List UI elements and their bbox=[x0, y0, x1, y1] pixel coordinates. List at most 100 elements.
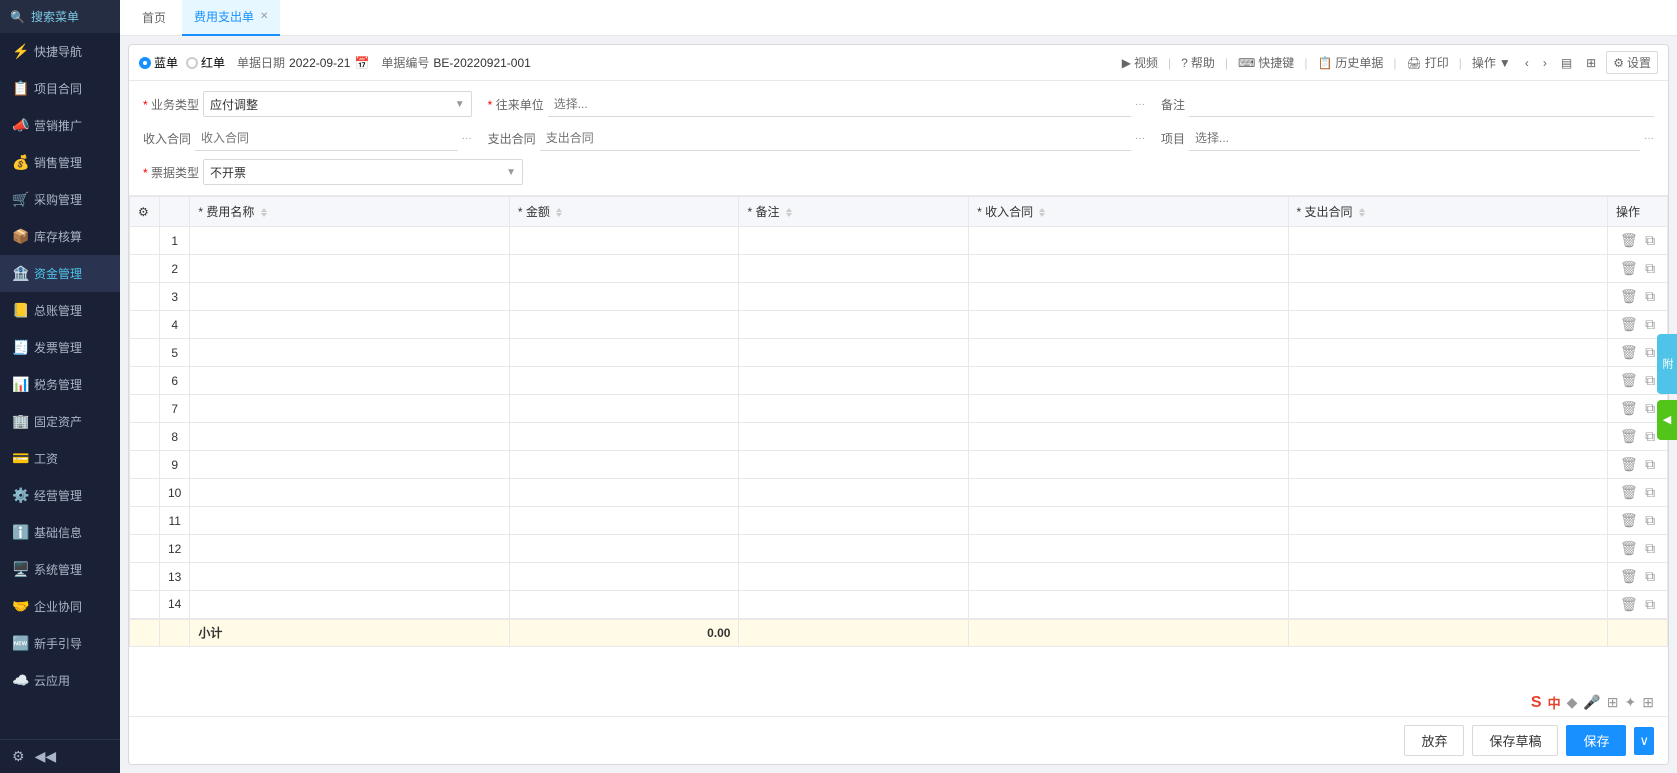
row-note-2[interactable] bbox=[739, 255, 969, 283]
row-copy-11[interactable]: ⧉ bbox=[1643, 512, 1657, 529]
row-amount-7[interactable] bbox=[509, 395, 739, 423]
row-amount-6[interactable] bbox=[509, 367, 739, 395]
row-delete-9[interactable]: 🗑 bbox=[1618, 456, 1640, 473]
row-income-contract-11[interactable] bbox=[969, 507, 1288, 535]
row-income-contract-2[interactable] bbox=[969, 255, 1288, 283]
history-btn[interactable]: 📋 历史单据 bbox=[1313, 52, 1387, 73]
row-amount-2[interactable] bbox=[509, 255, 739, 283]
sidebar-item-fixed-assets[interactable]: 🏢固定资产 bbox=[0, 403, 120, 440]
row-expense-name-4[interactable] bbox=[190, 311, 509, 339]
row-note-10[interactable] bbox=[739, 479, 969, 507]
col-note-header[interactable]: * 备注 bbox=[739, 197, 969, 227]
row-copy-1[interactable]: ⧉ bbox=[1643, 232, 1657, 249]
row-expense-contract-3[interactable] bbox=[1288, 283, 1607, 311]
sidebar-item-capital-mgmt[interactable]: 🏦资金管理 bbox=[0, 255, 120, 292]
volume-icon[interactable]: ◀◀ bbox=[35, 748, 57, 765]
row-copy-3[interactable]: ⧉ bbox=[1643, 288, 1657, 305]
row-income-contract-1[interactable] bbox=[969, 227, 1288, 255]
row-expense-name-6[interactable] bbox=[190, 367, 509, 395]
row-amount-1[interactable] bbox=[509, 227, 739, 255]
row-copy-9[interactable]: ⧉ bbox=[1643, 456, 1657, 473]
row-expense-contract-5[interactable] bbox=[1288, 339, 1607, 367]
row-expense-contract-14[interactable] bbox=[1288, 591, 1607, 619]
row-expense-name-1[interactable] bbox=[190, 227, 509, 255]
row-amount-12[interactable] bbox=[509, 535, 739, 563]
income-contract-sort[interactable] bbox=[1039, 208, 1045, 217]
row-expense-contract-2[interactable] bbox=[1288, 255, 1607, 283]
expense-name-sort[interactable] bbox=[261, 208, 267, 217]
sidebar-item-quick-nav[interactable]: ⚡快捷导航 bbox=[0, 33, 120, 70]
payee-input[interactable] bbox=[548, 91, 1131, 117]
row-amount-14[interactable] bbox=[509, 591, 739, 619]
row-income-contract-5[interactable] bbox=[969, 339, 1288, 367]
sidebar-item-invoice-mgmt[interactable]: 🧾发票管理 bbox=[0, 329, 120, 366]
sidebar-item-system-mgmt[interactable]: 🖥️系统管理 bbox=[0, 551, 120, 588]
row-amount-9[interactable] bbox=[509, 451, 739, 479]
sidebar-item-basic-info[interactable]: ℹ️基础信息 bbox=[0, 514, 120, 551]
row-note-4[interactable] bbox=[739, 311, 969, 339]
row-income-contract-14[interactable] bbox=[969, 591, 1288, 619]
row-expense-contract-10[interactable] bbox=[1288, 479, 1607, 507]
row-delete-4[interactable]: 🗑 bbox=[1618, 316, 1640, 333]
row-copy-6[interactable]: ⧉ bbox=[1643, 372, 1657, 389]
icon-diamond[interactable]: ◆ bbox=[1567, 694, 1578, 711]
row-expense-contract-6[interactable] bbox=[1288, 367, 1607, 395]
income-contract-input[interactable] bbox=[195, 125, 458, 151]
sidebar-item-new-guide[interactable]: 🆕新手引导 bbox=[0, 625, 120, 662]
row-expense-name-3[interactable] bbox=[190, 283, 509, 311]
row-delete-12[interactable]: 🗑 bbox=[1618, 540, 1640, 557]
sidebar-item-enterprise-collab[interactable]: 🤝企业协同 bbox=[0, 588, 120, 625]
expense-contract-input[interactable] bbox=[540, 125, 1131, 151]
sidebar-item-payroll[interactable]: 💳工资 bbox=[0, 440, 120, 477]
row-expense-name-5[interactable] bbox=[190, 339, 509, 367]
prev-btn[interactable]: ‹ bbox=[1521, 54, 1533, 72]
row-amount-8[interactable] bbox=[509, 423, 739, 451]
row-note-5[interactable] bbox=[739, 339, 969, 367]
payee-more-btn[interactable]: ··· bbox=[1135, 99, 1145, 110]
row-copy-2[interactable]: ⧉ bbox=[1643, 260, 1657, 277]
print-btn[interactable]: 🖨 打印 bbox=[1403, 52, 1453, 73]
col-expense-contract-header[interactable]: * 支出合同 bbox=[1288, 197, 1607, 227]
row-note-11[interactable] bbox=[739, 507, 969, 535]
note-sort[interactable] bbox=[786, 208, 792, 217]
project-more-btn[interactable]: ··· bbox=[1644, 133, 1654, 144]
sidebar-item-marketing[interactable]: 📣营销推广 bbox=[0, 107, 120, 144]
save-more-button[interactable]: ∨ bbox=[1634, 727, 1654, 755]
col-expense-name-header[interactable]: * 费用名称 bbox=[190, 197, 509, 227]
row-note-7[interactable] bbox=[739, 395, 969, 423]
row-income-contract-9[interactable] bbox=[969, 451, 1288, 479]
row-expense-name-10[interactable] bbox=[190, 479, 509, 507]
amount-sort[interactable] bbox=[556, 208, 562, 217]
row-income-contract-13[interactable] bbox=[969, 563, 1288, 591]
discard-button[interactable]: 放弃 bbox=[1404, 725, 1464, 756]
sidebar-item-tax-mgmt[interactable]: 📊税务管理 bbox=[0, 366, 120, 403]
note-input[interactable] bbox=[1189, 91, 1654, 117]
row-note-13[interactable] bbox=[739, 563, 969, 591]
row-copy-5[interactable]: ⧉ bbox=[1643, 344, 1657, 361]
row-expense-contract-8[interactable] bbox=[1288, 423, 1607, 451]
row-amount-5[interactable] bbox=[509, 339, 739, 367]
row-expense-name-12[interactable] bbox=[190, 535, 509, 563]
row-delete-14[interactable]: 🗑 bbox=[1618, 596, 1640, 613]
action-btn[interactable]: 操作 ▼ bbox=[1468, 52, 1515, 73]
row-delete-13[interactable]: 🗑 bbox=[1618, 568, 1640, 585]
row-expense-name-8[interactable] bbox=[190, 423, 509, 451]
row-delete-8[interactable]: 🗑 bbox=[1618, 428, 1640, 445]
icon-zhong[interactable]: 中 bbox=[1548, 693, 1561, 712]
row-copy-8[interactable]: ⧉ bbox=[1643, 428, 1657, 445]
row-income-contract-3[interactable] bbox=[969, 283, 1288, 311]
tab-expense-bill[interactable]: 费用支出单✕ bbox=[182, 0, 280, 36]
row-delete-5[interactable]: 🗑 bbox=[1618, 344, 1640, 361]
tab-close-expense-bill[interactable]: ✕ bbox=[260, 11, 268, 22]
row-amount-10[interactable] bbox=[509, 479, 739, 507]
tab-home[interactable]: 首页 bbox=[130, 0, 178, 36]
row-note-12[interactable] bbox=[739, 535, 969, 563]
row-copy-10[interactable]: ⧉ bbox=[1643, 484, 1657, 501]
row-amount-4[interactable] bbox=[509, 311, 739, 339]
row-delete-2[interactable]: 🗑 bbox=[1618, 260, 1640, 277]
row-note-6[interactable] bbox=[739, 367, 969, 395]
layout2-btn[interactable]: ⊞ bbox=[1582, 54, 1600, 72]
radio-blue[interactable]: 蓝单 bbox=[139, 54, 178, 71]
settings-icon[interactable]: ⚙ bbox=[12, 748, 25, 765]
row-expense-contract-11[interactable] bbox=[1288, 507, 1607, 535]
